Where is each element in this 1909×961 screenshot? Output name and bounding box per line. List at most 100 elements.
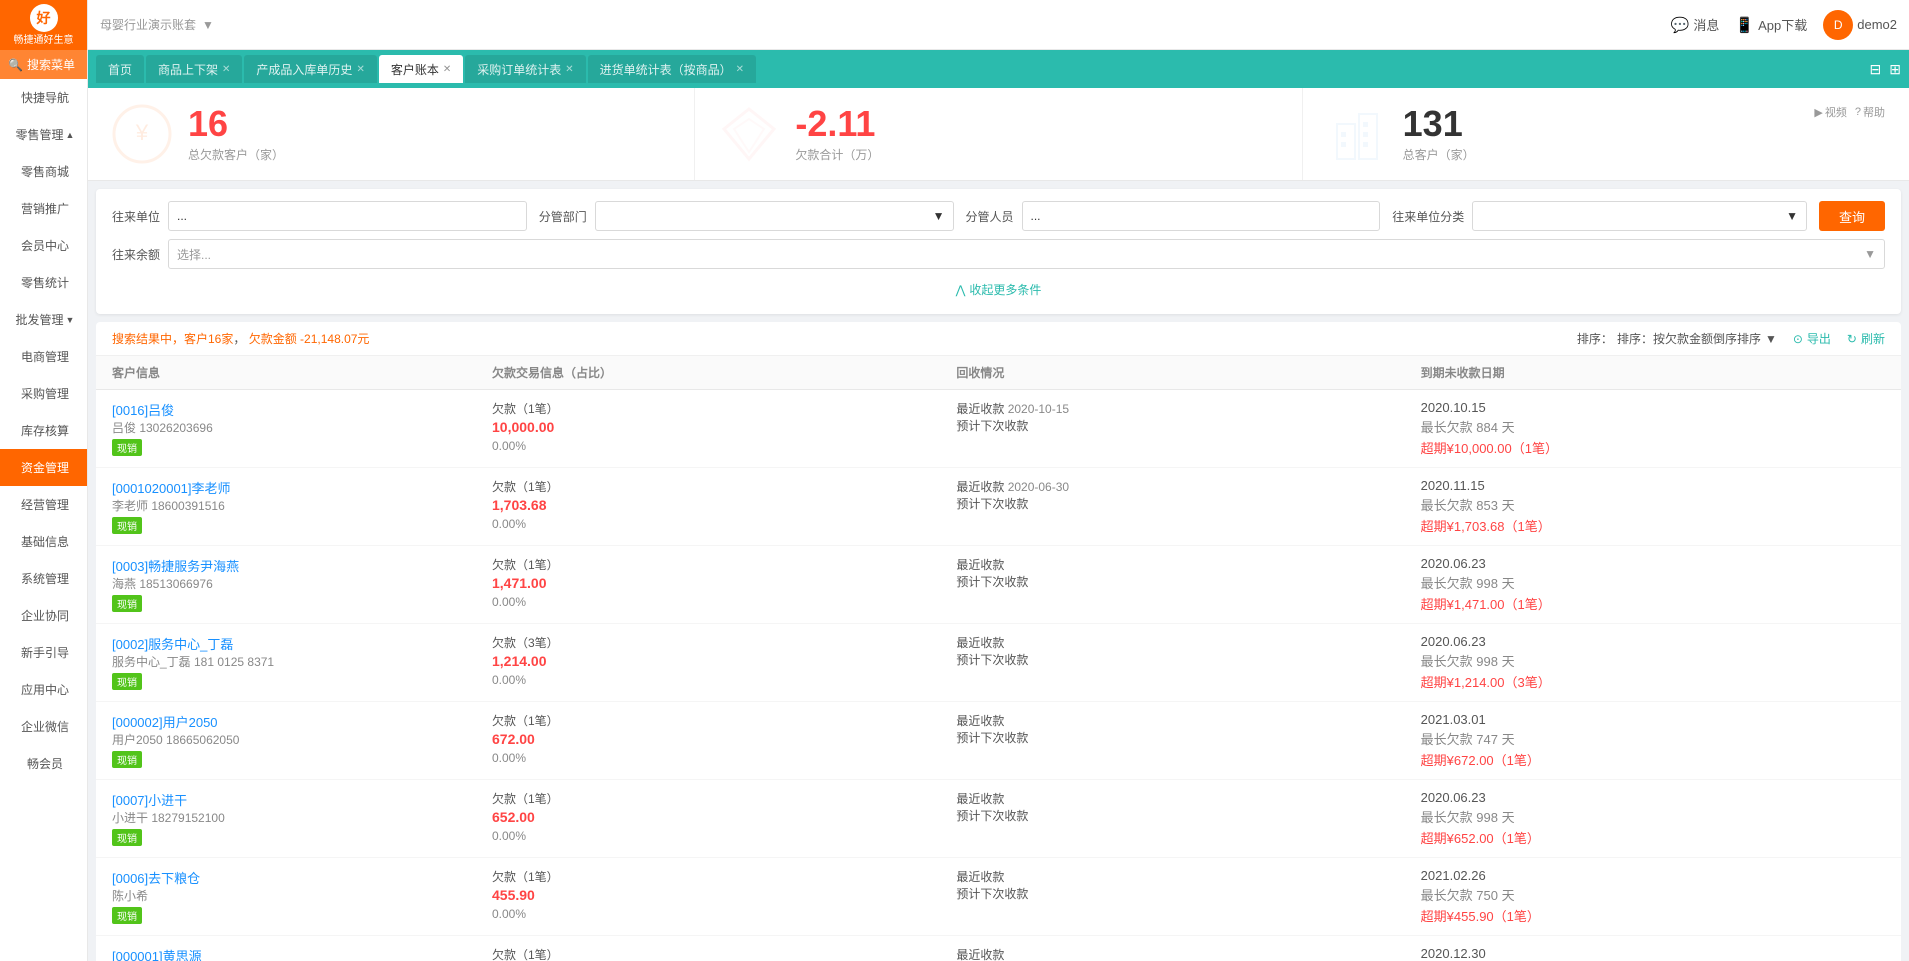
customer-name-link[interactable]: [000001]黄思源 bbox=[112, 949, 202, 961]
customer-name-link[interactable]: [0006]去下粮仓 bbox=[112, 871, 200, 886]
debt-count: 欠款（1笔） bbox=[492, 478, 956, 495]
refresh-btn[interactable]: ↻ 刷新 bbox=[1847, 330, 1885, 347]
due-date: 2020.11.15 bbox=[1421, 478, 1885, 493]
sidebar-item-enterprise[interactable]: 企业协同 bbox=[0, 597, 87, 634]
due-date: 2020.12.30 bbox=[1421, 946, 1885, 961]
refresh-icon: ↻ bbox=[1847, 332, 1857, 346]
next-payment-label: 预计下次收款 bbox=[956, 729, 1420, 746]
customer-name-link[interactable]: [0007]小进干 bbox=[112, 793, 187, 808]
tab-close-icon[interactable]: ✕ bbox=[443, 64, 451, 75]
tab-close-icon[interactable]: ✕ bbox=[356, 64, 364, 75]
sidebar-item-batch[interactable]: 批发管理 ▼ bbox=[0, 301, 87, 338]
overdue-link[interactable]: 超期¥455.90（1笔） bbox=[1421, 906, 1885, 925]
sidebar-item-retail[interactable]: 零售管理 ▲ bbox=[0, 116, 87, 153]
tab-product-history[interactable]: 产成品入库单历史 ✕ bbox=[244, 55, 376, 83]
tab-home-label: 首页 bbox=[108, 61, 132, 78]
sort-btn[interactable]: 排序： 排序：按欠款金额倒序排序 ▼ bbox=[1577, 330, 1777, 347]
debt-count: 欠款（1笔） bbox=[492, 712, 956, 729]
search-menu-btn[interactable]: 🔍 搜索菜单 bbox=[0, 50, 87, 79]
topbar-company: 母婴行业演示账套 ▼ bbox=[100, 16, 214, 33]
unit-category-dropdown[interactable]: ▼ bbox=[1472, 201, 1807, 231]
building-icon bbox=[1327, 104, 1387, 164]
app-download-label: App下载 bbox=[1758, 15, 1807, 34]
message-label: 消息 bbox=[1693, 15, 1719, 34]
tab-close-icon[interactable]: ✕ bbox=[222, 64, 230, 75]
sidebar-item-retail-mall[interactable]: 零售商城 bbox=[0, 153, 87, 190]
customer-phone: 陈小希 bbox=[112, 887, 492, 904]
tab-home[interactable]: 首页 bbox=[96, 55, 144, 83]
tab-close-icon[interactable]: ✕ bbox=[736, 64, 744, 75]
customer-name-link[interactable]: [0016]吕俊 bbox=[112, 403, 174, 418]
due-date: 2021.02.26 bbox=[1421, 868, 1885, 883]
last-payment-label: 最近收款 bbox=[956, 558, 1004, 572]
tab-purchase-order[interactable]: 采购订单统计表 ✕ bbox=[465, 55, 585, 83]
dept-dropdown[interactable]: ▼ bbox=[595, 201, 954, 231]
payment-info: 最近收款 预计下次收款 bbox=[956, 790, 1420, 824]
filter-row-1: 往来单位 ... 分管部门 ▼ 分管人员 ... bbox=[112, 201, 1885, 231]
filter-balance: 往来余额 选择... ▼ bbox=[112, 239, 1885, 269]
overdue-info: 2020.06.23 最长欠款 998 天 超期¥1,214.00（3笔） bbox=[1421, 634, 1885, 691]
chevron-down-icon: ▼ bbox=[66, 315, 75, 325]
overdue-link[interactable]: 超期¥1,214.00（3笔） bbox=[1421, 672, 1885, 691]
from-unit-input[interactable]: ... bbox=[168, 201, 527, 231]
sidebar-item-capital[interactable]: 资金管理 bbox=[0, 449, 87, 486]
sidebar-item-basic[interactable]: 基础信息 bbox=[0, 523, 87, 560]
export-btn[interactable]: ⊙ 导出 bbox=[1793, 330, 1831, 347]
header-payment: 回收情况 bbox=[956, 364, 1420, 381]
stat-debt-amount-body: -2.11 欠款合计（万） bbox=[795, 106, 1277, 163]
sidebar-item-inventory[interactable]: 库存核算 bbox=[0, 412, 87, 449]
customer-tag: 现销 bbox=[112, 595, 142, 612]
sidebar-item-quicknav[interactable]: 快捷导航 bbox=[0, 79, 87, 116]
help-btn[interactable]: ? 帮助 bbox=[1855, 104, 1885, 120]
tab-product-listing[interactable]: 商品上下架 ✕ bbox=[146, 55, 242, 83]
table-row: [000001]黄思源 黄思源 13552700226 现销 欠款（1笔） 42… bbox=[96, 936, 1901, 961]
chevron-down-icon: ▼ bbox=[1765, 332, 1777, 346]
manager-input[interactable]: ... bbox=[1022, 201, 1381, 231]
sidebar-item-retail-stats[interactable]: 零售统计 bbox=[0, 264, 87, 301]
debt-amount: 672.00 bbox=[492, 731, 956, 747]
sidebar-item-newguide[interactable]: 新手引导 bbox=[0, 634, 87, 671]
filter-row-2: 往来余额 选择... ▼ bbox=[112, 239, 1885, 269]
user-menu[interactable]: D demo2 bbox=[1823, 10, 1897, 40]
customer-name-link[interactable]: [000002]用户2050 bbox=[112, 715, 218, 730]
sidebar-item-operation[interactable]: 经营管理 bbox=[0, 486, 87, 523]
overdue-link[interactable]: 超期¥10,000.00（1笔） bbox=[1421, 438, 1885, 457]
collapse-btn[interactable]: ⋀ 收起更多条件 bbox=[112, 277, 1885, 302]
customer-name-link[interactable]: [0001020001]李老师 bbox=[112, 481, 231, 496]
video-btn[interactable]: ▶ 视频 bbox=[1814, 104, 1846, 120]
header-due: 到期未收款日期 bbox=[1421, 364, 1885, 381]
sidebar-item-system[interactable]: 系统管理 bbox=[0, 560, 87, 597]
sidebar-item-ecommerce[interactable]: 电商管理 bbox=[0, 338, 87, 375]
sidebar-item-purchase[interactable]: 采购管理 bbox=[0, 375, 87, 412]
tab-purchase-stats[interactable]: 进货单统计表（按商品） ✕ bbox=[588, 55, 756, 83]
sidebar: 好 畅捷通好生意 🔍 搜索菜单 快捷导航 零售管理 ▲ 零售商城 营销推广 会员… bbox=[0, 0, 88, 961]
sidebar-item-appstore[interactable]: 应用中心 bbox=[0, 671, 87, 708]
tab-customer-account[interactable]: 客户账本 ✕ bbox=[379, 55, 463, 83]
overdue-link[interactable]: 超期¥1,471.00（1笔） bbox=[1421, 594, 1885, 613]
search-button[interactable]: 查询 bbox=[1819, 201, 1885, 231]
tabs-bar: 首页 商品上下架 ✕ 产成品入库单历史 ✕ 客户账本 ✕ 采购订单统计表 ✕ 进… bbox=[88, 50, 1909, 88]
table-header: 客户信息 欠款交易信息（占比） 回收情况 到期未收款日期 bbox=[96, 356, 1901, 390]
chevron-down-icon[interactable]: ▼ bbox=[202, 18, 214, 32]
overdue-link[interactable]: 超期¥672.00（1笔） bbox=[1421, 750, 1885, 769]
customer-name-link[interactable]: [0002]服务中心_丁磊 bbox=[112, 637, 233, 652]
sidebar-item-vip[interactable]: 畅会员 bbox=[0, 745, 87, 782]
overdue-link[interactable]: 超期¥652.00（1笔） bbox=[1421, 828, 1885, 847]
overdue-link[interactable]: 超期¥1,703.68（1笔） bbox=[1421, 516, 1885, 535]
sidebar-item-marketing[interactable]: 营销推广 bbox=[0, 190, 87, 227]
customer-info: [0007]小进干 小进干 18279152100 现销 bbox=[112, 790, 492, 846]
sidebar-item-member[interactable]: 会员中心 bbox=[0, 227, 87, 264]
app-download-btn[interactable]: 📱 App下载 bbox=[1735, 15, 1807, 34]
tab-close-icon[interactable]: ✕ bbox=[565, 64, 573, 75]
debt-amount: 652.00 bbox=[492, 809, 956, 825]
filter-section: 往来单位 ... 分管部门 ▼ 分管人员 ... bbox=[96, 189, 1901, 314]
balance-select[interactable]: 选择... ▼ bbox=[168, 239, 1885, 269]
message-btn[interactable]: 💬 消息 bbox=[1671, 15, 1720, 34]
overdue-days: 最长欠款 998 天 bbox=[1421, 651, 1885, 670]
stat-total-customers-number: 131 bbox=[1403, 106, 1799, 142]
tab-expand-icon[interactable]: ⊞ bbox=[1889, 61, 1901, 78]
sidebar-item-corpwechat[interactable]: 企业微信 bbox=[0, 708, 87, 745]
customer-name-link[interactable]: [0003]畅捷服务尹海燕 bbox=[112, 559, 239, 574]
tab-shrink-icon[interactable]: ⊟ bbox=[1870, 61, 1882, 78]
overdue-days: 最长欠款 747 天 bbox=[1421, 729, 1885, 748]
